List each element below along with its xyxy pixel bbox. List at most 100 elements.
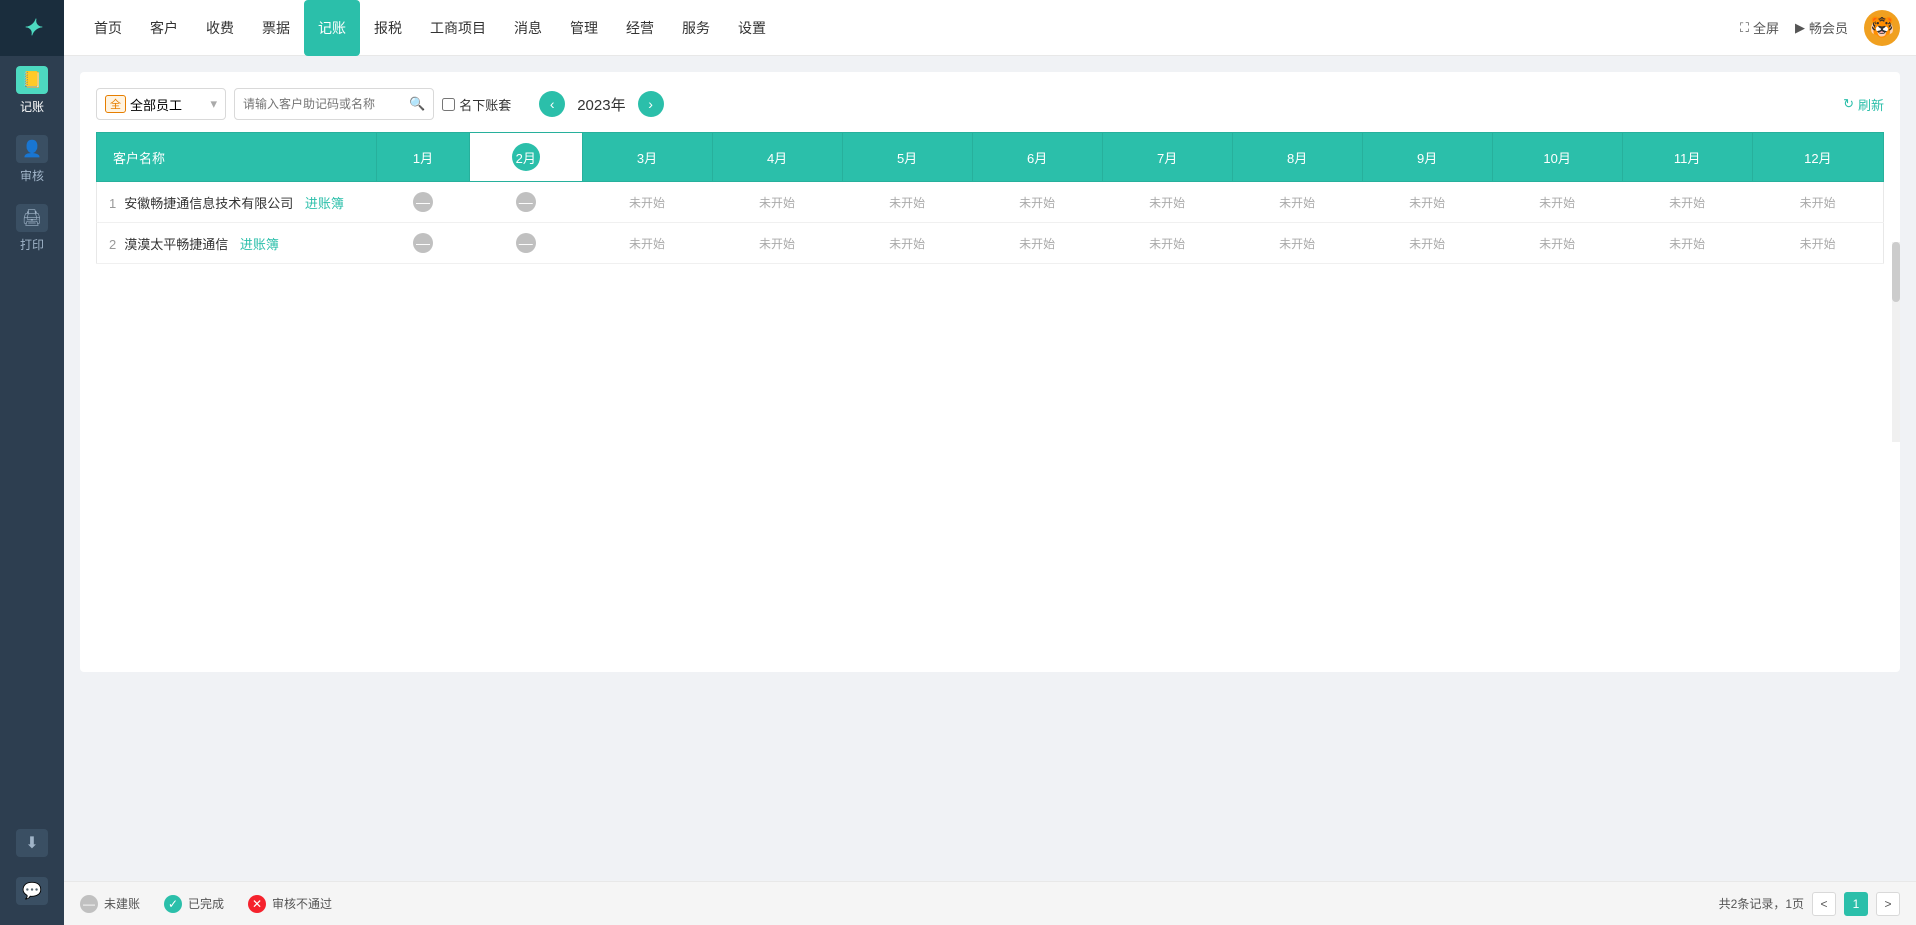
accounting-icon: 📒	[16, 66, 48, 94]
employee-tag: 全	[105, 95, 126, 113]
toolbar: 全 全部员工 ▾ 🔍 名下账套 ‹ 2023年 ›	[96, 88, 1884, 120]
nav-customer[interactable]: 客户	[136, 0, 192, 56]
account-table: 客户名称 1月 2月 3月 4月 5月 6月 7月 8月 9月 10月 11月	[96, 132, 1884, 264]
my-accounts-checkbox[interactable]	[442, 98, 455, 111]
fullscreen-button[interactable]: ⛶ 全屏	[1740, 18, 1779, 37]
month-cell: 未开始	[712, 182, 842, 223]
enter-ledger-link[interactable]: 进账簿	[240, 237, 279, 252]
next-year-button[interactable]: ›	[638, 91, 664, 117]
member-button[interactable]: ▶ 畅会员	[1795, 18, 1848, 37]
nav-home[interactable]: 首页	[80, 0, 136, 56]
not-started-text: 未开始	[1669, 196, 1705, 210]
month-cell: 未开始	[842, 182, 972, 223]
minus-icon: —	[413, 233, 433, 253]
minus-icon: —	[516, 233, 536, 253]
search-input[interactable]	[243, 97, 403, 111]
col-header-m4: 4月	[712, 133, 842, 182]
month-cell: 未开始	[1752, 223, 1883, 264]
my-accounts-label: 名下账套	[459, 95, 511, 114]
chevron-down-icon: ▾	[210, 96, 217, 112]
nav-settings[interactable]: 设置	[724, 0, 780, 56]
sidebar: ✦ 📒 记账 👤 审核 🖨 打印 ⬇ 💬	[0, 0, 64, 925]
next-page-button[interactable]: >	[1876, 892, 1900, 916]
refresh-button[interactable]: ↻ 刷新	[1843, 95, 1884, 114]
not-started-text: 未开始	[889, 196, 925, 210]
current-page-button[interactable]: 1	[1844, 892, 1868, 916]
sidebar-item-audit[interactable]: 👤 审核	[0, 125, 64, 194]
month-cell: 未开始	[1492, 223, 1622, 264]
month-cell: 未开始	[972, 182, 1102, 223]
col-header-m1: 1月	[377, 133, 470, 182]
search-box: 🔍	[234, 88, 434, 120]
sidebar-item-print[interactable]: 🖨 打印	[0, 194, 64, 263]
fullscreen-label: 全屏	[1753, 18, 1779, 37]
main-area: 首页 客户 收费 票据 记账 报税 工商项目 消息 管理 经营 服务 设置 ⛶ …	[64, 0, 1916, 925]
sidebar-item-accounting[interactable]: 📒 记账	[0, 56, 64, 125]
month-cell: 未开始	[1362, 182, 1492, 223]
month-cell: —	[377, 182, 470, 223]
customer-name: 漠漠太平畅捷通信	[124, 237, 228, 252]
not-started-text: 未开始	[1279, 237, 1315, 251]
avatar[interactable]: 🐯	[1864, 10, 1900, 46]
nav-tax[interactable]: 报税	[360, 0, 416, 56]
employee-select[interactable]: 全 全部员工 ▾	[96, 88, 226, 120]
month-cell: 未开始	[972, 223, 1102, 264]
nav-invoice[interactable]: 票据	[248, 0, 304, 56]
total-records: 共2条记录，1页	[1719, 895, 1804, 912]
refresh-label: 刷新	[1858, 95, 1884, 114]
col-header-m3: 3月	[582, 133, 712, 182]
sidebar-bottom: ⬇ 💬	[0, 819, 64, 925]
year-display: 2023年	[577, 94, 625, 115]
nav-service[interactable]: 服务	[668, 0, 724, 56]
col-header-name: 客户名称	[97, 133, 377, 182]
enter-ledger-link[interactable]: 进账簿	[305, 196, 344, 211]
rejected-label: 审核不通过	[272, 895, 332, 912]
not-started-text: 未开始	[1800, 196, 1836, 210]
footer-pagination: 共2条记录，1页 < 1 >	[1719, 892, 1900, 916]
month-cell: 未开始	[1492, 182, 1622, 223]
nav-manage[interactable]: 管理	[556, 0, 612, 56]
month-cell: 未开始	[582, 182, 712, 223]
not-started-text: 未开始	[1539, 196, 1575, 210]
sidebar-item-download[interactable]: ⬇	[0, 819, 64, 867]
prev-year-button[interactable]: ‹	[539, 91, 565, 117]
play-icon: ▶	[1795, 20, 1805, 36]
sidebar-item-audit-label: 审核	[20, 167, 44, 184]
my-accounts-checkbox-label[interactable]: 名下账套	[442, 95, 511, 114]
active-month-circle: 2月	[512, 143, 540, 171]
month-cell: 未开始	[1232, 182, 1362, 223]
logo[interactable]: ✦	[0, 0, 64, 56]
name-cell: 2漠漠太平畅捷通信 进账簿	[97, 223, 377, 264]
sidebar-item-support[interactable]: 💬	[0, 867, 64, 915]
completed-label: 已完成	[188, 895, 224, 912]
month-cell: —	[470, 182, 582, 223]
row-index: 1	[109, 196, 116, 211]
audit-icon: 👤	[16, 135, 48, 163]
not-started-text: 未开始	[1019, 237, 1055, 251]
nav-bookkeeping[interactable]: 记账	[304, 0, 360, 56]
not-started-text: 未开始	[1409, 196, 1445, 210]
scrollbar-track[interactable]	[1892, 242, 1900, 442]
print-icon: 🖨	[16, 204, 48, 232]
not-started-text: 未开始	[1149, 196, 1185, 210]
month-cell: 未开始	[1622, 223, 1752, 264]
nav-business[interactable]: 工商项目	[416, 0, 500, 56]
table-row: 1安徽畅捷通信息技术有限公司 进账簿——未开始未开始未开始未开始未开始未开始未开…	[97, 182, 1884, 223]
main-card: 全 全部员工 ▾ 🔍 名下账套 ‹ 2023年 ›	[80, 72, 1900, 672]
scrollbar-thumb[interactable]	[1892, 242, 1900, 302]
content: 全 全部员工 ▾ 🔍 名下账套 ‹ 2023年 ›	[64, 56, 1916, 881]
support-icon: 💬	[16, 877, 48, 905]
not-started-text: 未开始	[1019, 196, 1055, 210]
top-nav: 首页 客户 收费 票据 记账 报税 工商项目 消息 管理 经营 服务 设置 ⛶ …	[64, 0, 1916, 56]
nav-message[interactable]: 消息	[500, 0, 556, 56]
nav-operation[interactable]: 经营	[612, 0, 668, 56]
minus-icon: —	[516, 192, 536, 212]
name-cell: 1 安徽畅捷通信息技术有限公司 进账簿	[97, 182, 377, 223]
sidebar-item-print-label: 打印	[20, 236, 44, 253]
customer-name: 安徽畅捷通信息技术有限公司	[124, 196, 293, 211]
nav-billing[interactable]: 收费	[192, 0, 248, 56]
prev-page-button[interactable]: <	[1812, 892, 1836, 916]
legend-rejected: ✕ 审核不通过	[248, 895, 332, 913]
search-icon: 🔍	[409, 96, 425, 112]
col-header-m2: 2月	[470, 133, 582, 182]
